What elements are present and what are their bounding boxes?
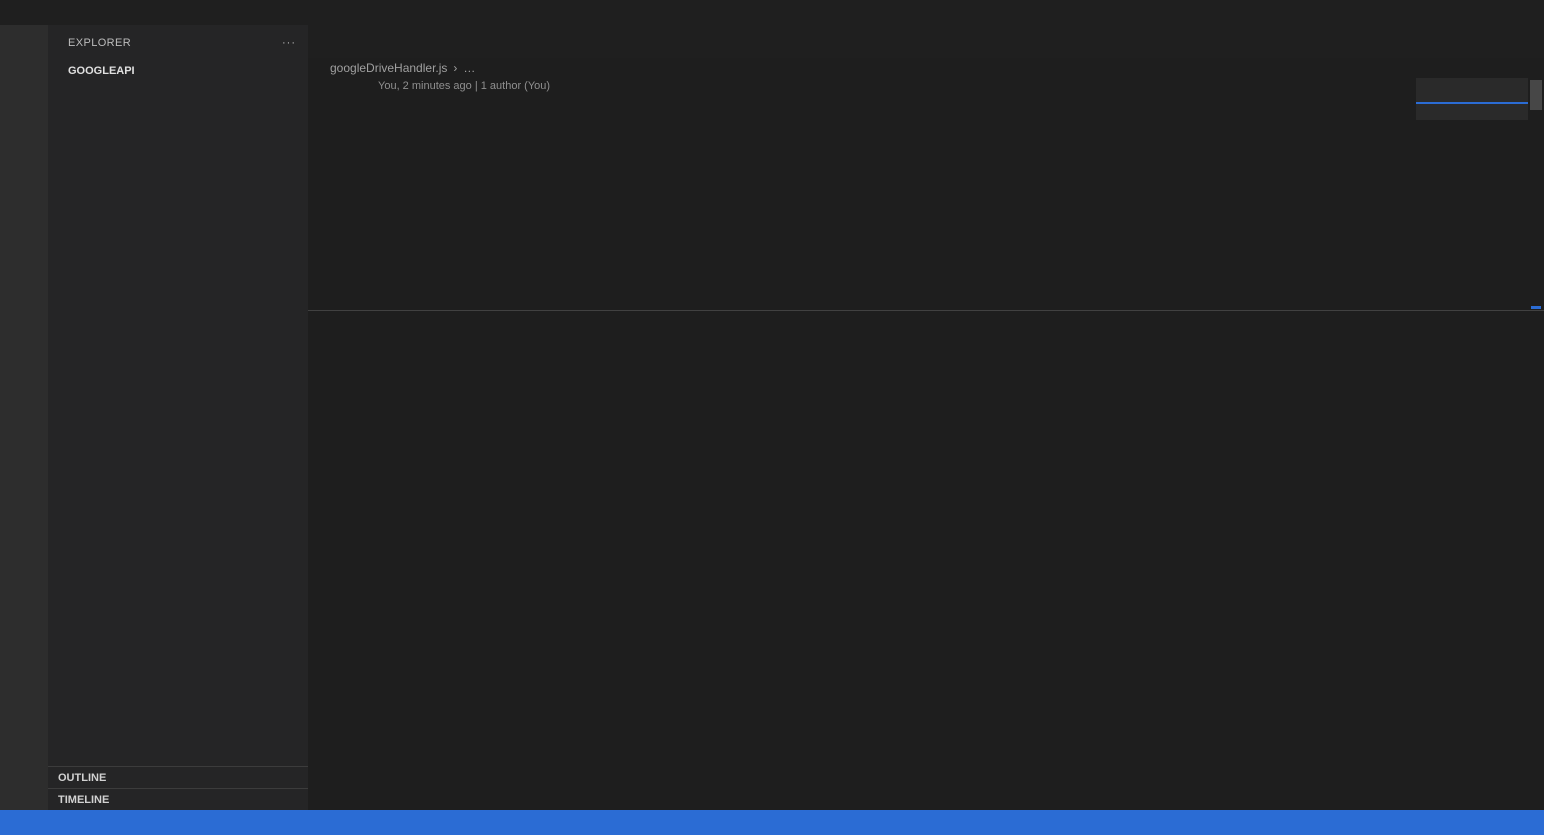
- tab-bar: [308, 25, 1544, 58]
- outline-label: OUTLINE: [58, 771, 107, 784]
- breadcrumb-more[interactable]: …: [463, 61, 475, 75]
- codelens-blame[interactable]: You, 2 minutes ago | 1 author (You): [308, 78, 1544, 95]
- activity-bar: [0, 25, 48, 810]
- editor-area: googleDriveHandler.js › … You, 2 minutes…: [308, 25, 1544, 810]
- bottom-panel: [308, 310, 1544, 810]
- terminal[interactable]: [308, 343, 1544, 810]
- status-bar: [0, 810, 1544, 835]
- panel-header: [308, 311, 1544, 343]
- breadcrumb-separator-icon: ›: [453, 61, 458, 75]
- outline-section[interactable]: OUTLINE: [48, 766, 308, 788]
- explorer-sidebar: EXPLORER ··· GOOGLEAPI OUTLINE TIMELINE: [48, 25, 308, 810]
- explorer-header: EXPLORER ···: [48, 25, 308, 60]
- timeline-label: TIMELINE: [58, 793, 110, 806]
- breadcrumb-file[interactable]: googleDriveHandler.js: [330, 61, 447, 75]
- timeline-section[interactable]: TIMELINE: [48, 788, 308, 810]
- breadcrumb[interactable]: googleDriveHandler.js › …: [308, 58, 1544, 78]
- explorer-more-icon[interactable]: ···: [282, 37, 296, 49]
- workbench: EXPLORER ··· GOOGLEAPI OUTLINE TIMELINE: [0, 25, 1544, 810]
- folder-section-header[interactable]: GOOGLEAPI: [48, 60, 308, 82]
- menu-bar: [0, 0, 1544, 25]
- minimap[interactable]: [1416, 78, 1528, 310]
- minimap-current-line-mark: [1416, 102, 1528, 104]
- workspace-folder-name: GOOGLEAPI: [68, 65, 135, 77]
- file-tree-empty-space: [48, 82, 308, 766]
- editor-scrollbar[interactable]: [1528, 78, 1544, 310]
- vscode-window: EXPLORER ··· GOOGLEAPI OUTLINE TIMELINE: [0, 0, 1544, 835]
- scrollbar-thumb[interactable]: [1530, 80, 1542, 110]
- code-editor[interactable]: You, 2 minutes ago | 1 author (You): [308, 78, 1544, 310]
- minimap-slider[interactable]: [1416, 78, 1528, 120]
- overview-ruler-mark-blue: [1531, 306, 1541, 309]
- explorer-title: EXPLORER: [68, 36, 132, 49]
